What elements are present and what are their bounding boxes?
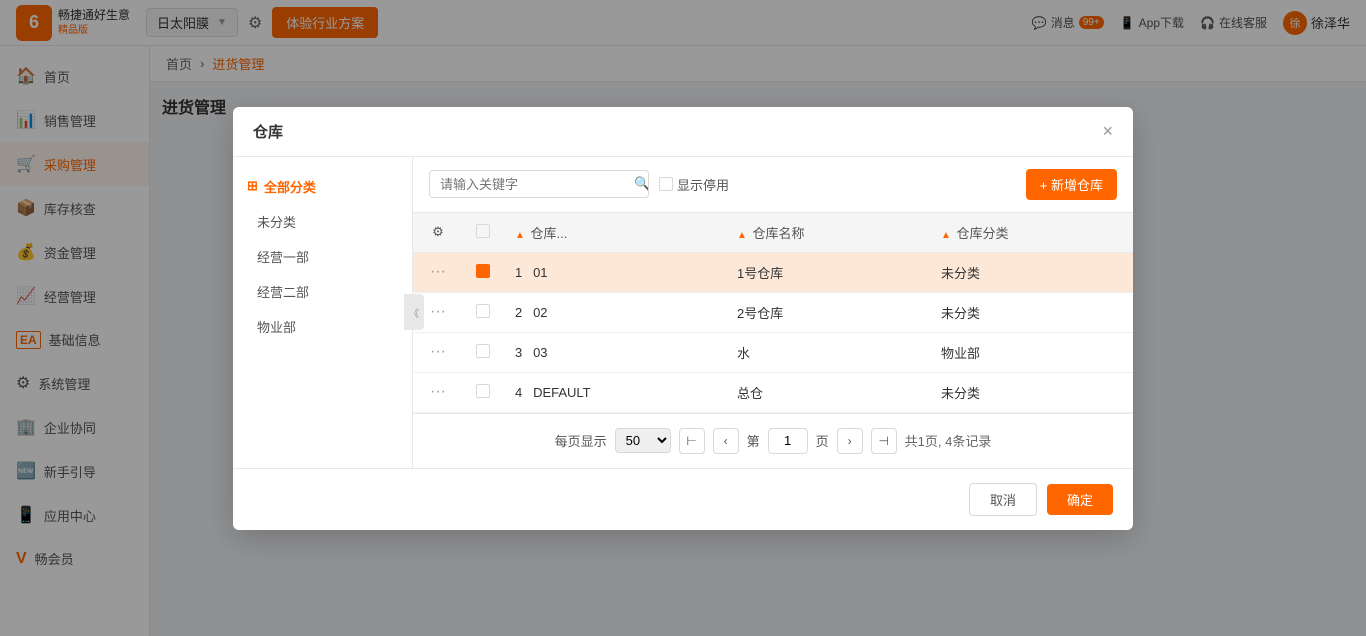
gear-icon: ⚙	[432, 224, 444, 239]
prev-page-button[interactable]: ‹	[713, 428, 739, 454]
category-item-ops2[interactable]: 经营二部	[233, 274, 412, 309]
page-number-input[interactable]	[768, 428, 808, 454]
search-input[interactable]	[430, 172, 626, 197]
category-item-ops1[interactable]: 经营一部	[233, 239, 412, 274]
sort-icon: ▲	[737, 230, 747, 241]
row-category: 未分类	[929, 372, 1133, 412]
row-action: ···	[413, 332, 463, 372]
modal-header: 仓库 ×	[233, 107, 1133, 157]
row-code: 3 03	[503, 332, 725, 372]
row-code: 1 01	[503, 252, 725, 292]
row-more-icon[interactable]: ···	[430, 303, 446, 320]
modal-overlay: 仓库 × ⊞ 全部分类 未分类 经营一部 经营二部 物业部 《	[0, 0, 1366, 636]
category-all[interactable]: ⊞ 全部分类	[233, 169, 412, 204]
row-checkbox[interactable]	[476, 264, 490, 278]
table-toolbar: 🔍 显示停用 + 新增仓库	[413, 157, 1133, 213]
row-category: 未分类	[929, 252, 1133, 292]
th-name: ▲ 仓库名称	[725, 213, 929, 253]
table-row[interactable]: ··· 3 03 水 物业部	[413, 332, 1133, 372]
last-page-button[interactable]: ⊣	[871, 428, 897, 454]
page-info: 共1页, 4条记录	[905, 431, 992, 450]
row-checkbox-cell	[463, 332, 503, 372]
row-checkbox[interactable]	[476, 344, 490, 358]
table-body: ··· 1 01 1号仓库 未分类 ··· 2 02 2号仓库 未分类 ···	[413, 252, 1133, 412]
table-row[interactable]: ··· 2 02 2号仓库 未分类	[413, 292, 1133, 332]
th-code: ▲ 仓库...	[503, 213, 725, 253]
show-disabled-toggle[interactable]: 显示停用	[659, 175, 729, 194]
row-checkbox[interactable]	[476, 384, 490, 398]
sort-icon: ▲	[515, 230, 525, 241]
table-row[interactable]: ··· 4 DEFAULT 总仓 未分类	[413, 372, 1133, 412]
category-item-unclassified[interactable]: 未分类	[233, 204, 412, 239]
modal-body: ⊞ 全部分类 未分类 经营一部 经营二部 物业部 《 🔍	[233, 157, 1133, 468]
cancel-button[interactable]: 取消	[969, 483, 1037, 516]
row-name: 水	[725, 332, 929, 372]
page-size-select[interactable]: 50 10 20 100	[615, 428, 671, 453]
th-checkbox	[463, 213, 503, 253]
th-settings: ⚙	[413, 213, 463, 253]
table-panel: 🔍 显示停用 + 新增仓库 ⚙	[413, 157, 1133, 468]
next-page-button[interactable]: ›	[837, 428, 863, 454]
row-checkbox-cell	[463, 252, 503, 292]
category-collapse-button[interactable]: 《	[404, 294, 424, 330]
row-action: ···	[413, 372, 463, 412]
row-checkbox-cell	[463, 372, 503, 412]
row-category: 未分类	[929, 292, 1133, 332]
row-action: ···	[413, 252, 463, 292]
row-more-icon[interactable]: ···	[430, 263, 446, 280]
pagination: 每页显示 50 10 20 100 ⊢ ‹ 第 页 › ⊣ 共1页, 4条记录	[413, 413, 1133, 468]
modal-close-button[interactable]: ×	[1102, 121, 1113, 142]
row-category: 物业部	[929, 332, 1133, 372]
table-header: ⚙ ▲ 仓库... ▲	[413, 213, 1133, 253]
row-name: 2号仓库	[725, 292, 929, 332]
sort-icon: ▲	[941, 230, 951, 241]
table-row[interactable]: ··· 1 01 1号仓库 未分类	[413, 252, 1133, 292]
th-category: ▲ 仓库分类	[929, 213, 1133, 253]
row-name: 总仓	[725, 372, 929, 412]
search-button[interactable]: 🔍	[626, 171, 649, 197]
category-item-property[interactable]: 物业部	[233, 309, 412, 344]
row-checkbox-cell	[463, 292, 503, 332]
show-disabled-checkbox[interactable]	[659, 177, 673, 191]
modal-footer: 取消 确定	[233, 468, 1133, 530]
select-all-checkbox[interactable]	[476, 224, 490, 238]
table-header-row: ⚙ ▲ 仓库... ▲	[413, 213, 1133, 253]
add-warehouse-button[interactable]: + 新增仓库	[1026, 169, 1117, 200]
row-checkbox[interactable]	[476, 304, 490, 318]
row-name: 1号仓库	[725, 252, 929, 292]
category-panel: ⊞ 全部分类 未分类 经营一部 经营二部 物业部 《	[233, 157, 413, 468]
modal-title: 仓库	[253, 121, 283, 142]
first-page-button[interactable]: ⊢	[679, 428, 705, 454]
grid-icon: ⊞	[247, 178, 258, 194]
row-more-icon[interactable]: ···	[430, 343, 446, 360]
warehouse-table: ⚙ ▲ 仓库... ▲	[413, 213, 1133, 413]
row-code: 2 02	[503, 292, 725, 332]
confirm-button[interactable]: 确定	[1047, 484, 1113, 515]
row-code: 4 DEFAULT	[503, 372, 725, 412]
row-more-icon[interactable]: ···	[430, 383, 446, 400]
search-box: 🔍	[429, 170, 649, 198]
warehouse-table-wrapper: ⚙ ▲ 仓库... ▲	[413, 213, 1133, 413]
warehouse-modal: 仓库 × ⊞ 全部分类 未分类 经营一部 经营二部 物业部 《	[233, 107, 1133, 530]
